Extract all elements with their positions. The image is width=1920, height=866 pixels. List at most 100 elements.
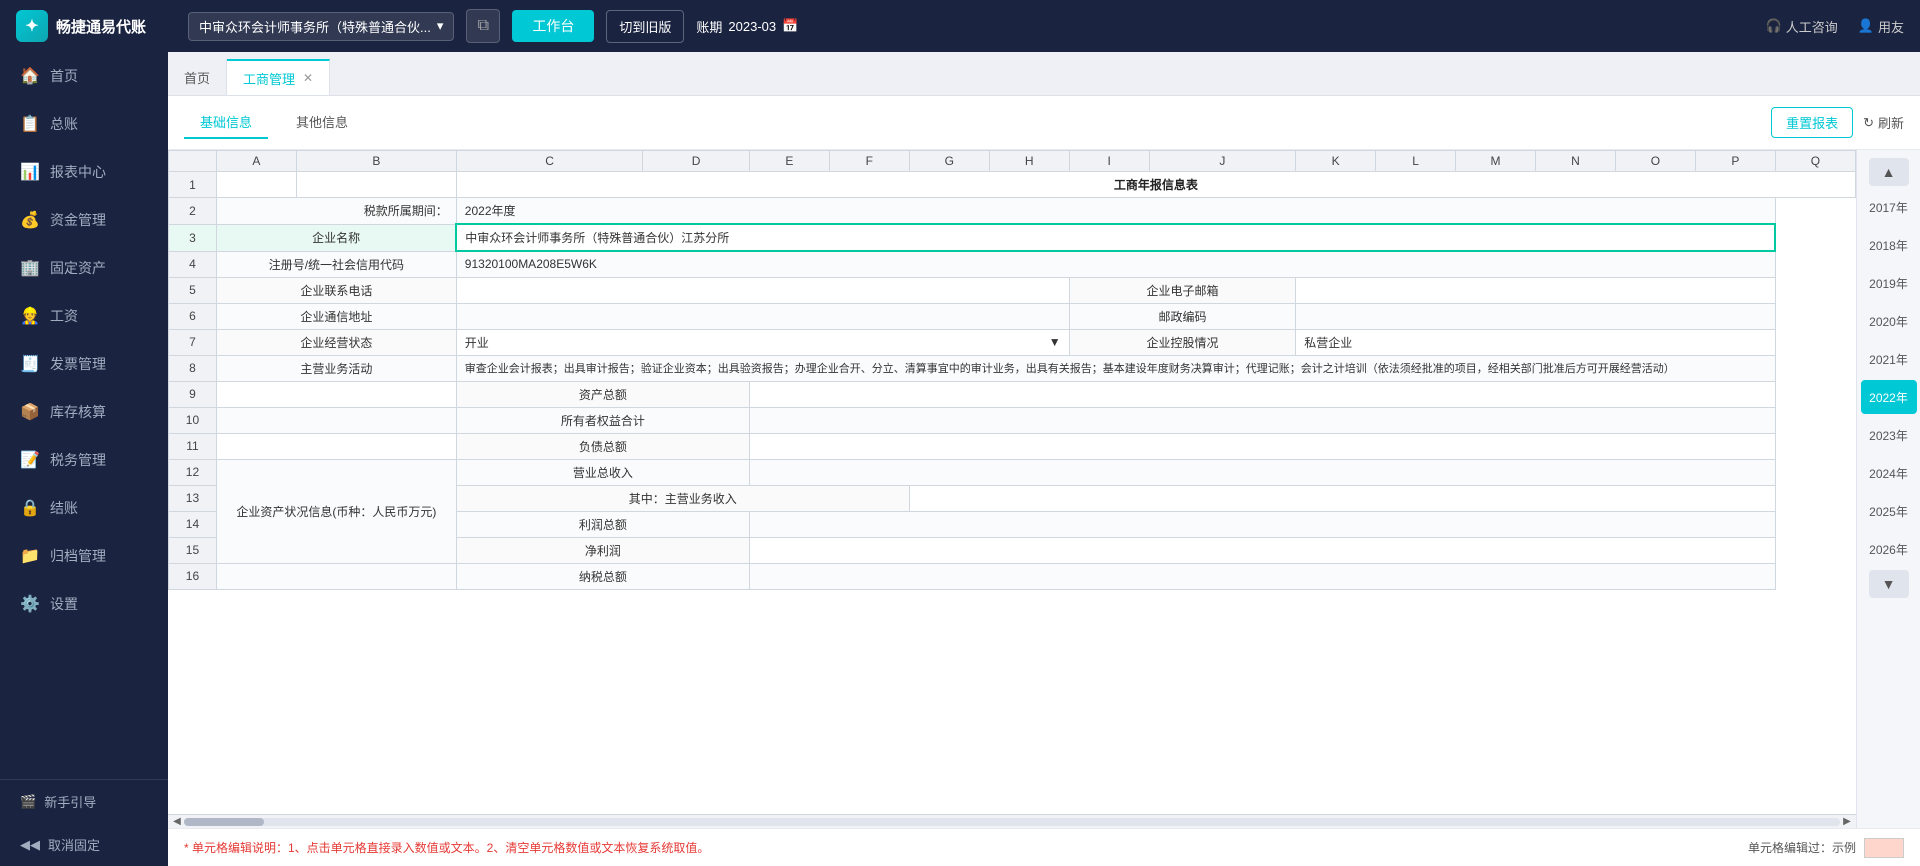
sidebar-item-tax[interactable]: 📝 税务管理 <box>0 436 168 484</box>
bottom-bar: * 单元格编辑说明：1、点击单元格直接录入数值或文本。2、清空单元格数值或文本恢… <box>168 828 1920 866</box>
cell-1 <box>216 172 296 198</box>
subtab-other[interactable]: 其他信息 <box>280 106 364 139</box>
scroll-left-arrow[interactable]: ◀ <box>170 815 184 829</box>
period-value: 2023-03 <box>728 19 776 34</box>
row-num-6: 6 <box>169 303 217 329</box>
cell-2-value[interactable]: 2022年度 <box>456 198 1775 225</box>
sidebar-item-reports[interactable]: 📊 报表中心 <box>0 148 168 196</box>
cell-6-value1[interactable] <box>456 303 1069 329</box>
tab-close-icon[interactable]: ✕ <box>303 71 313 85</box>
content-area: 首页 工商管理 ✕ 基础信息 其他信息 重置报表 ↻ <box>168 52 1920 866</box>
cell-7-dropdown[interactable]: 开业 ▼ <box>456 329 1069 355</box>
refresh-button[interactable]: ↻ 刷新 <box>1863 113 1904 132</box>
headset-icon: 🎧 <box>1766 18 1782 34</box>
sidebar-item-inventory[interactable]: 📦 库存核算 <box>0 388 168 436</box>
sidebar-item-settings[interactable]: ⚙️ 设置 <box>0 580 168 628</box>
invoice-icon: 🧾 <box>20 354 40 374</box>
cell-3-value[interactable]: 中审众环会计师事务所（特殊普通合伙）江苏分所 <box>456 224 1775 251</box>
sidebar-item-ledger[interactable]: 📋 总账 <box>0 100 168 148</box>
copy-button[interactable]: ⧉ <box>466 9 500 43</box>
cell-15-label: 净利润 <box>456 537 749 563</box>
cell-9-value[interactable] <box>749 381 1775 407</box>
old-version-button[interactable]: 切到旧版 <box>606 10 684 43</box>
year-2025[interactable]: 2025年 <box>1861 494 1917 528</box>
cell-6-value2[interactable] <box>1296 303 1776 329</box>
horizontal-scrollbar[interactable]: ◀ ▶ <box>168 814 1856 828</box>
sidebar-item-closing[interactable]: 🔒 结账 <box>0 484 168 532</box>
row-num-8: 8 <box>169 355 217 381</box>
cell-2-label: 税款所属期间： <box>216 198 456 225</box>
cell-16-empty <box>216 563 456 589</box>
cell-15-value[interactable] <box>749 537 1775 563</box>
unpin-label: 取消固定 <box>48 835 100 854</box>
row-num-5: 5 <box>169 277 217 303</box>
reset-button[interactable]: 重置报表 <box>1771 107 1853 138</box>
company-selector[interactable]: 中审众环会计师事务所（特殊普通合伙... ▾ <box>188 12 454 41</box>
year-2022[interactable]: 2022年 <box>1861 380 1917 414</box>
table-row: 7 企业经营状态 开业 ▼ 企业控股情况 私 <box>169 329 1856 355</box>
scroll-right-arrow[interactable]: ▶ <box>1840 815 1854 829</box>
year-scroll-down[interactable]: ▼ <box>1869 570 1909 598</box>
cell-10-value[interactable] <box>749 407 1775 433</box>
sidebar-item-unpin[interactable]: ◀◀ 取消固定 <box>0 823 168 866</box>
col-a: A <box>216 151 296 172</box>
col-p: P <box>1695 151 1775 172</box>
sidebar-item-salary[interactable]: 👷 工资 <box>0 292 168 340</box>
cell-10-label: 所有者权益合计 <box>456 407 749 433</box>
calendar-icon[interactable]: 📅 <box>782 18 798 34</box>
cell-5-value1[interactable] <box>456 277 1069 303</box>
sidebar-item-guide[interactable]: 🎬 新手引导 <box>0 780 168 823</box>
table-row: 10 所有者权益合计 <box>169 407 1856 433</box>
year-2023[interactable]: 2023年 <box>1861 418 1917 452</box>
sidebar-item-assets[interactable]: 🏢 固定资产 <box>0 244 168 292</box>
workbench-button[interactable]: 工作台 <box>512 10 594 42</box>
cell-14-label: 利润总额 <box>456 511 749 537</box>
sidebar-item-invoice[interactable]: 🧾 发票管理 <box>0 340 168 388</box>
year-scroll-up[interactable]: ▲ <box>1869 158 1909 186</box>
sidebar-item-label: 工资 <box>50 306 78 326</box>
cell-8-value[interactable]: 审查企业会计报表；出具审计报告；验证企业资本；出具验资报告；办理企业合开、分立、… <box>456 355 1775 381</box>
year-2020[interactable]: 2020年 <box>1861 304 1917 338</box>
corner-header <box>169 151 217 172</box>
sidebar-item-home[interactable]: 🏠 首页 <box>0 52 168 100</box>
cell-7-value2[interactable]: 私营企业 <box>1296 329 1776 355</box>
cell-11-value[interactable] <box>749 433 1775 459</box>
year-2021[interactable]: 2021年 <box>1861 342 1917 376</box>
cell-6-label2: 邮政编码 <box>1069 303 1296 329</box>
sidebar-item-label: 设置 <box>50 594 78 614</box>
cell-14-value[interactable] <box>749 511 1775 537</box>
consult-item[interactable]: 🎧 人工咨询 <box>1766 17 1838 36</box>
sidebar-item-finance[interactable]: 💰 资金管理 <box>0 196 168 244</box>
logo-area: ✦ 畅捷通易代账 <box>16 10 176 42</box>
cell-16-value[interactable] <box>749 563 1775 589</box>
year-2026[interactable]: 2026年 <box>1861 532 1917 566</box>
cell-7-label2: 企业控股情况 <box>1069 329 1296 355</box>
col-l: L <box>1376 151 1456 172</box>
inner-content: 基础信息 其他信息 重置报表 ↻ 刷新 <box>168 96 1920 866</box>
row-num-9: 9 <box>169 381 217 407</box>
finance-icon: 💰 <box>20 210 40 230</box>
cell-13-value[interactable] <box>909 485 1775 511</box>
year-2019[interactable]: 2019年 <box>1861 266 1917 300</box>
col-j: J <box>1149 151 1296 172</box>
cell-12-value[interactable] <box>749 459 1775 485</box>
sidebar-item-archive[interactable]: 📁 归档管理 <box>0 532 168 580</box>
scroll-track[interactable] <box>184 818 1840 826</box>
consult-label: 人工咨询 <box>1786 17 1838 36</box>
report-icon: 📊 <box>20 162 40 182</box>
scroll-thumb[interactable] <box>184 818 264 826</box>
year-2024[interactable]: 2024年 <box>1861 456 1917 490</box>
period-label: 账期 <box>696 17 722 36</box>
cell-5-value2[interactable] <box>1296 277 1776 303</box>
cell-9-label: 资产总额 <box>456 381 749 407</box>
tab-home[interactable]: 首页 <box>168 59 227 95</box>
tab-industry[interactable]: 工商管理 ✕ <box>227 59 330 95</box>
user-item[interactable]: 👤 用友 <box>1858 17 1904 36</box>
year-2018[interactable]: 2018年 <box>1861 228 1917 262</box>
year-2017[interactable]: 2017年 <box>1861 190 1917 224</box>
cell-4-value[interactable]: 91320100MA208E5W6K <box>456 251 1775 277</box>
col-f: F <box>829 151 909 172</box>
table-row: 5 企业联系电话 企业电子邮箱 <box>169 277 1856 303</box>
subtab-basic[interactable]: 基础信息 <box>184 106 268 139</box>
cell-5-label2: 企业电子邮箱 <box>1069 277 1296 303</box>
